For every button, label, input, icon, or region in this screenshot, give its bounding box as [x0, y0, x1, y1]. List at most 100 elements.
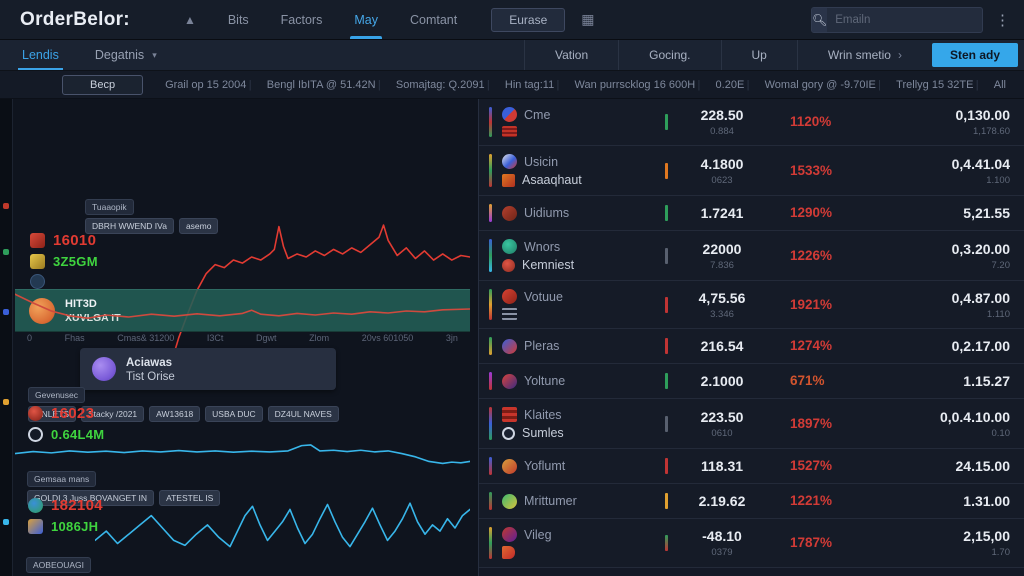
tab-wrin-smetio[interactable]: Wrin smetio › — [796, 40, 932, 70]
asset-name-block: Mrittumer — [502, 493, 665, 509]
jagged-blue-chart-1[interactable] — [95, 497, 470, 559]
tabs-right-group: Vation Gocing. Up Wrin smetio › Sten ady — [524, 40, 1024, 70]
table-row[interactable]: Wnors Kemniest 22000 7.836 1226% 0,3.20.… — [479, 231, 1024, 281]
search-box[interactable]: 🔍︎ — [811, 6, 983, 33]
filter-item[interactable]: Womal gory @ -9.70IE — [747, 79, 876, 91]
kebab-menu-icon[interactable]: ⋮ — [995, 11, 1010, 29]
table-row[interactable]: Klaites Sumles 223.50 0610 1897% 0,0.4.1… — [479, 399, 1024, 449]
nav-alert[interactable]: ▲ — [168, 0, 212, 39]
price-value: 118.31 — [700, 458, 744, 474]
table-row[interactable]: Uidiums 1.7241 1290% 5,21.55 — [479, 196, 1024, 231]
last-sub-value: 7.20 — [991, 259, 1011, 271]
last-value: 0,0.4.10.00 — [939, 408, 1010, 425]
x-axis-labels: 0 Fhas Cmas& 31200 I3Ct Dgwt Zlom 20vs 6… — [15, 333, 470, 343]
stat-icon-red — [28, 498, 43, 513]
price-value: -48.10 — [702, 528, 742, 544]
asset-sub-icon — [502, 126, 517, 137]
table-row[interactable]: Cme 228.50 0.884 1120% 0,130.00 1,178.60 — [479, 99, 1024, 146]
asset-sub-name: Kemniest — [522, 258, 575, 272]
change-cell: 1274% — [766, 337, 866, 355]
asset-icon — [502, 338, 517, 354]
filter-item[interactable]: Wan purrscklog 16 600H — [557, 79, 696, 91]
badge-group-4: AOBEOUAGI Z6n1 EXQUIKa3 9608034LCMO — [26, 557, 182, 576]
asset-icon — [502, 373, 517, 389]
top-navbar: OrderBelor: ▲ Bits Factors May Comtant E… — [0, 0, 1024, 40]
tabs-bar: Lendis Degatnis ▾ Vation Gocing. Up Wrin… — [0, 40, 1024, 71]
flat-blue-chart[interactable] — [15, 441, 470, 474]
filter-item[interactable]: Trellyg 15 32TE — [878, 79, 973, 91]
price-sub-value: 0610 — [711, 427, 733, 439]
tab-degatnis-label: Degatnis — [94, 48, 145, 62]
price-cell: 2.1000 — [678, 373, 766, 389]
asset-name-block: Usicin Asaaqhaut — [502, 154, 665, 187]
axis-tick-label: Cmas& 31200 — [117, 333, 175, 343]
asset-name-block: Vileg — [502, 527, 665, 559]
last-value: 1.31.00 — [963, 493, 1010, 509]
badge: DBRH WWEND IVa — [85, 218, 174, 234]
price-value: 4,75.56 — [698, 289, 746, 306]
stat-block-2: 16023 0.64L4M — [28, 405, 104, 442]
table-row[interactable]: Usicin Asaaqhaut 4.1800 0623 1533% 0,4.4… — [479, 146, 1024, 196]
price-value: 2.1000 — [700, 373, 744, 389]
axis-tick-label: 3jn — [445, 333, 458, 343]
filter-item[interactable]: Bengl IbITA @ 51.42N — [249, 79, 376, 91]
change-percent: 1221% — [790, 493, 833, 508]
asset-name: Pleras — [524, 339, 560, 353]
nav-item-may[interactable]: May — [338, 0, 394, 39]
search-input[interactable] — [827, 13, 982, 26]
row-accent-strip — [489, 337, 492, 355]
divider-tick — [665, 415, 668, 432]
tab-degatnis[interactable]: Degatnis ▾ — [77, 40, 175, 70]
axis-tick-label: I3Ct — [206, 333, 224, 343]
asset-name: Mrittumer — [524, 494, 577, 508]
asset-icon — [502, 458, 517, 474]
asset-name-block: Yoltune — [502, 373, 665, 389]
asset-name-block: Cme — [502, 107, 665, 137]
table-row[interactable]: Votuue 4,75.56 3.346 1921% 0,4.87.00 1.1… — [479, 281, 1024, 329]
alert-triangle-icon: ▲ — [183, 12, 196, 27]
change-percent: 1120% — [790, 114, 832, 129]
filter-item[interactable]: 0.20E — [698, 79, 745, 91]
nav-item-bits[interactable]: Bits — [212, 0, 265, 39]
asset-name: Votuue — [524, 289, 563, 304]
nav-item-comtant[interactable]: Comtant — [394, 0, 473, 39]
filter-item[interactable]: Hin tag:11 — [487, 79, 554, 91]
last-value: 0,2.17.00 — [951, 338, 1010, 354]
token-icon — [30, 274, 45, 289]
filter-item[interactable]: All — [976, 79, 1006, 91]
change-cell: 1787% — [766, 534, 866, 552]
change-cell: 1921% — [766, 296, 866, 314]
tab-vation[interactable]: Vation — [524, 40, 618, 70]
tab-up[interactable]: Up — [720, 40, 797, 70]
tab-lendis[interactable]: Lendis — [4, 40, 77, 70]
eurase-button[interactable]: Eurase — [491, 7, 566, 32]
price-cell: 216.54 — [678, 338, 766, 354]
axis-tick-label: 20vs 601050 — [361, 333, 414, 343]
table-row[interactable]: Vileg -48.10 0379 1787% 2,15,00 1.70 — [479, 519, 1024, 568]
band-line-chart — [15, 291, 470, 331]
nav-item-factors[interactable]: Factors — [265, 0, 339, 39]
tab-gocing[interactable]: Gocing. — [618, 40, 720, 70]
table-row[interactable]: Yoflumt 118.31 1527% 24.15.00 — [479, 449, 1024, 484]
stat-icon-red — [30, 233, 45, 248]
info-card[interactable]: Aciawas Tist Orise — [80, 348, 336, 390]
filter-item[interactable]: Grail op 15 2004 — [165, 79, 246, 91]
becp-button[interactable]: Becp — [62, 74, 144, 95]
grid-icon[interactable]: ▦ — [581, 11, 594, 28]
row-accent-strip — [489, 154, 492, 187]
price-cell: 22000 7.836 — [678, 241, 766, 271]
table-row[interactable]: Yoltune 2.1000 671% 1.15.27 — [479, 364, 1024, 399]
table-row[interactable]: Mrittumer 2.19.62 1221% 1.31.00 — [479, 484, 1024, 519]
badge: AOBEOUAGI — [26, 557, 92, 573]
divider-tick — [665, 162, 668, 179]
price-cell: -48.10 0379 — [678, 528, 766, 558]
filter-bar: Becp Grail op 15 2004 Bengl IbITA @ 51.4… — [0, 71, 1024, 99]
table-row[interactable]: Pleras 216.54 1274% 0,2.17.00 — [479, 329, 1024, 364]
last-cell: 1.15.27 — [866, 373, 1010, 389]
sten-ady-button[interactable]: Sten ady — [931, 43, 1018, 67]
change-cell: 1533% — [766, 162, 866, 180]
row-accent-strip — [489, 492, 492, 510]
charts-panel: HIT3D XUVLGA IT 0 Fhas Cmas& 31200 I3Ct … — [0, 99, 479, 576]
last-cell: 0,4.87.00 1.110 — [866, 290, 1010, 320]
filter-item[interactable]: Somajtag: Q.2091 — [378, 79, 485, 91]
